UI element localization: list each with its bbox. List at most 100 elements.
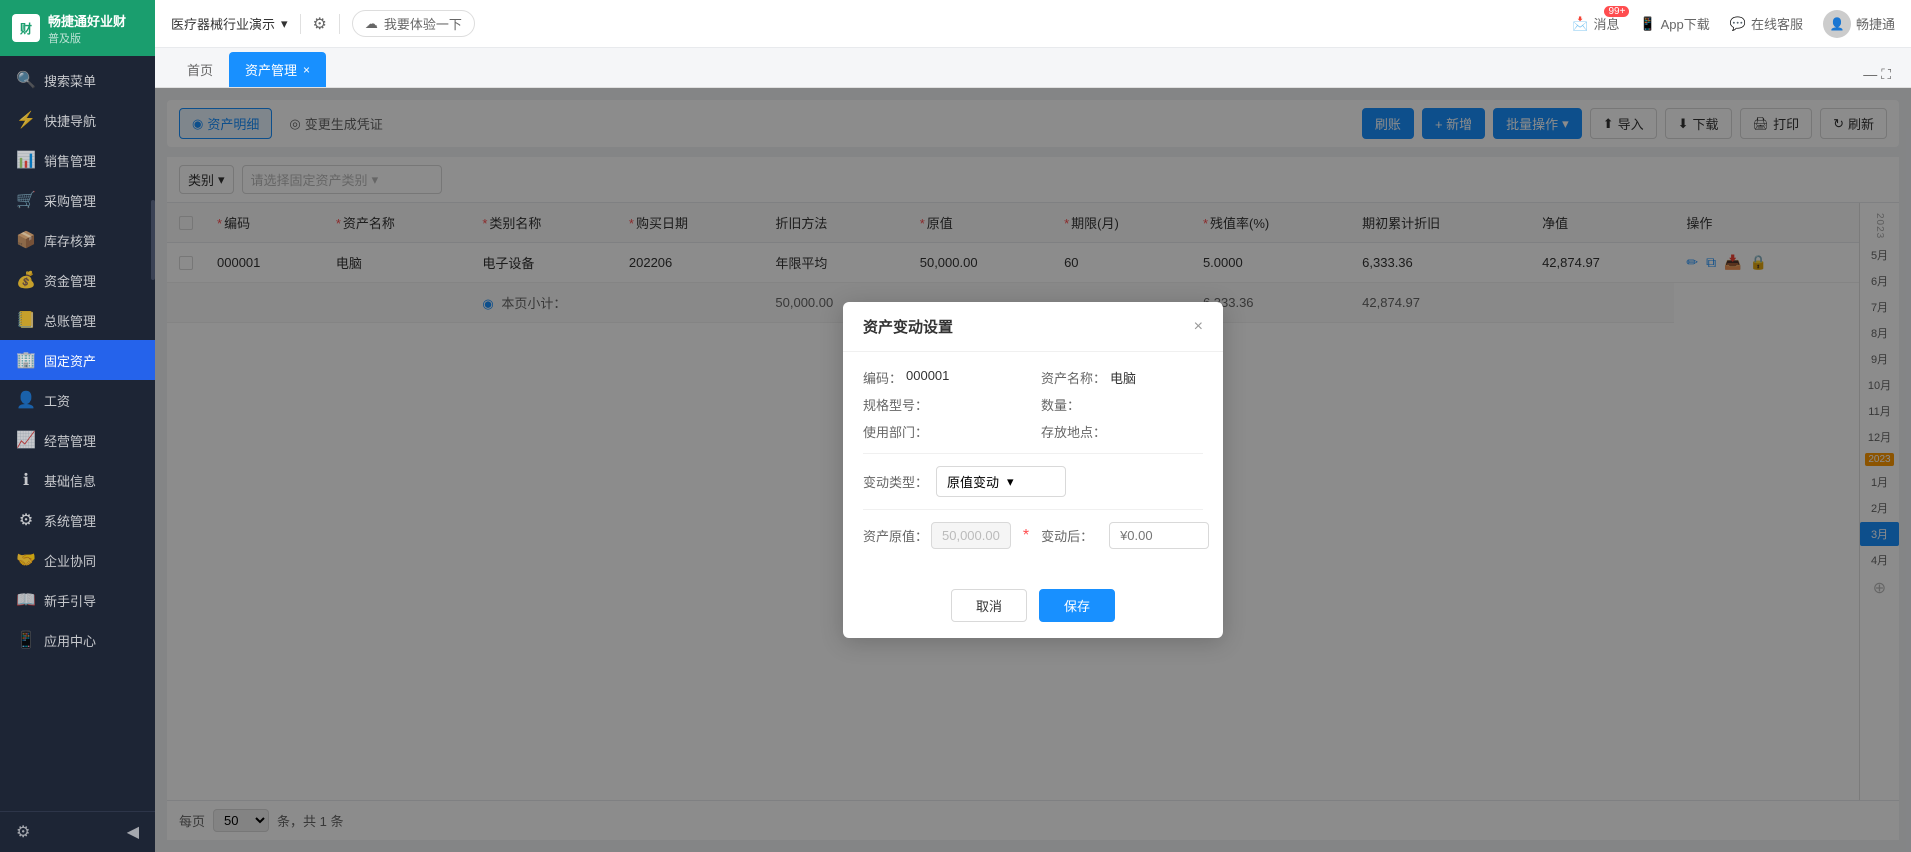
tab-close-icon[interactable]: × bbox=[303, 63, 310, 77]
message-badge: 99+ bbox=[1604, 6, 1629, 17]
modal-quantity-item: 数量： bbox=[1041, 395, 1203, 414]
modal-change-type-chevron-icon: ▾ bbox=[1007, 474, 1014, 490]
modal-header: 资产变动设置 × bbox=[843, 302, 1223, 352]
quick-nav-icon: ⚡ bbox=[16, 110, 36, 130]
modal-code-item: 编码： 000001 bbox=[863, 368, 1025, 387]
sidebar-item-label: 总账管理 bbox=[44, 311, 96, 330]
modal-original-value-label: 资产原值： bbox=[863, 526, 923, 545]
modal-title: 资产变动设置 bbox=[863, 316, 953, 337]
sidebar-item-purchase[interactable]: 🛒 采购管理 bbox=[0, 180, 155, 220]
sidebar-logo: 财 畅捷通好业财 普及版 bbox=[0, 0, 155, 56]
message-icon: 📩 bbox=[1572, 16, 1588, 32]
tab-asset-management[interactable]: 资产管理 × bbox=[229, 52, 326, 87]
sidebar-item-label: 基础信息 bbox=[44, 471, 96, 490]
modal-location-label: 存放地点： bbox=[1041, 422, 1106, 441]
sidebar-item-app-center[interactable]: 📱 应用中心 bbox=[0, 620, 155, 660]
sidebar-item-ledger[interactable]: 📒 总账管理 bbox=[0, 300, 155, 340]
sidebar-item-fixed-assets[interactable]: 🏢 固定资产 bbox=[0, 340, 155, 380]
sidebar-item-label: 新手引导 bbox=[44, 591, 96, 610]
sidebar: 财 畅捷通好业财 普及版 🔍 搜索菜单 ⚡ 快捷导航 📊 销售管理 🛒 采购管理… bbox=[0, 0, 155, 852]
collapse-sidebar-icon[interactable]: ◀ bbox=[127, 822, 139, 842]
company-selector[interactable]: 医疗器械行业演示 ▾ bbox=[171, 14, 288, 33]
sidebar-item-enterprise[interactable]: 🤝 企业协同 bbox=[0, 540, 155, 580]
sidebar-item-guide[interactable]: 📖 新手引导 bbox=[0, 580, 155, 620]
modal-close-button[interactable]: × bbox=[1194, 318, 1203, 336]
user-profile-button[interactable]: 👤 畅捷通 bbox=[1823, 10, 1895, 38]
modal-spec-label: 规格型号： bbox=[863, 395, 928, 414]
tabbar: 首页 资产管理 × — ⛶ bbox=[155, 48, 1911, 88]
tab-home[interactable]: 首页 bbox=[171, 52, 229, 87]
modal-name-item: 资产名称： 电脑 bbox=[1041, 368, 1203, 387]
sidebar-item-label: 资金管理 bbox=[44, 271, 96, 290]
sidebar-item-finance[interactable]: 💰 资金管理 bbox=[0, 260, 155, 300]
main-content: 医疗器械行业演示 ▾ ⚙ ☁ 我要体验一下 📩 消息 99+ 📱 App下载 💬… bbox=[155, 0, 1911, 852]
app-center-icon: 📱 bbox=[16, 630, 36, 650]
finance-icon: 💰 bbox=[16, 270, 36, 290]
sidebar-item-system[interactable]: ⚙ 系统管理 bbox=[0, 500, 155, 540]
sidebar-item-label: 固定资产 bbox=[44, 351, 96, 370]
topbar-divider-2 bbox=[339, 14, 340, 34]
online-service-button[interactable]: 💬 在线客服 bbox=[1730, 14, 1803, 33]
sidebar-item-sales[interactable]: 📊 销售管理 bbox=[0, 140, 155, 180]
message-button[interactable]: 📩 消息 99+ bbox=[1572, 14, 1619, 33]
sidebar-item-basic-info[interactable]: ℹ 基础信息 bbox=[0, 460, 155, 500]
modal-dept-item: 使用部门： bbox=[863, 422, 1025, 441]
modal-value-row: 资产原值： 50,000.00 * 变动后： bbox=[863, 522, 1203, 549]
modal-change-type-label: 变动类型： bbox=[863, 472, 928, 491]
topbar: 医疗器械行业演示 ▾ ⚙ ☁ 我要体验一下 📩 消息 99+ 📱 App下载 💬… bbox=[155, 0, 1911, 48]
app-logo-text: 畅捷通好业财 普及版 bbox=[48, 11, 126, 46]
modal-change-type-value: 原值变动 bbox=[947, 472, 999, 491]
modal-spec-item: 规格型号： bbox=[863, 395, 1025, 414]
sidebar-item-label: 系统管理 bbox=[44, 511, 96, 530]
topbar-right: 📩 消息 99+ 📱 App下载 💬 在线客服 👤 畅捷通 bbox=[1572, 10, 1895, 38]
modal-body: 编码： 000001 资产名称： 电脑 规格型号： bbox=[843, 352, 1223, 577]
sidebar-item-inventory[interactable]: 📦 库存核算 bbox=[0, 220, 155, 260]
window-minimize-icon[interactable]: — bbox=[1863, 66, 1877, 83]
sidebar-item-search[interactable]: 🔍 搜索菜单 bbox=[0, 60, 155, 100]
settings-bottom-icon[interactable]: ⚙ bbox=[16, 822, 30, 842]
sidebar-nav: 🔍 搜索菜单 ⚡ 快捷导航 📊 销售管理 🛒 采购管理 📦 库存核算 💰 资金管… bbox=[0, 56, 155, 811]
window-maximize-icon[interactable]: ⛶ bbox=[1881, 66, 1891, 83]
experience-button[interactable]: ☁ 我要体验一下 bbox=[352, 10, 475, 37]
modal-code-label: 编码： bbox=[863, 368, 902, 387]
page-content: ◉ 资产明细 ◎ 变更生成凭证 刷账 + 新增 批量操作 bbox=[155, 88, 1911, 852]
modal-quantity-label: 数量： bbox=[1041, 395, 1080, 414]
modal-after-label: 变动后： bbox=[1041, 526, 1101, 545]
modal-required-mark: * bbox=[1023, 527, 1029, 545]
salary-icon: 👤 bbox=[16, 390, 36, 410]
sidebar-item-salary[interactable]: 👤 工资 bbox=[0, 380, 155, 420]
fixed-assets-icon: 🏢 bbox=[16, 350, 36, 370]
basic-info-icon: ℹ bbox=[16, 470, 36, 490]
sidebar-item-label: 工资 bbox=[44, 391, 70, 410]
topbar-divider-1 bbox=[300, 14, 301, 34]
app-download-icon: 📱 bbox=[1639, 16, 1655, 32]
modal-cancel-button[interactable]: 取消 bbox=[951, 589, 1027, 622]
modal-after-input[interactable] bbox=[1109, 522, 1209, 549]
app-download-button[interactable]: 📱 App下载 bbox=[1639, 14, 1709, 33]
system-icon: ⚙ bbox=[16, 510, 36, 530]
purchase-icon: 🛒 bbox=[16, 190, 36, 210]
online-service-label: 在线客服 bbox=[1751, 14, 1803, 33]
inventory-icon: 📦 bbox=[16, 230, 36, 250]
modal-change-type-select[interactable]: 原值变动 ▾ bbox=[936, 466, 1066, 497]
sidebar-item-operations[interactable]: 📈 经营管理 bbox=[0, 420, 155, 460]
sales-icon: 📊 bbox=[16, 150, 36, 170]
user-avatar: 👤 bbox=[1823, 10, 1851, 38]
modal-overlay[interactable]: 资产变动设置 × 编码： 000001 资产名称： 电脑 bbox=[155, 88, 1911, 852]
sidebar-item-quick-nav[interactable]: ⚡ 快捷导航 bbox=[0, 100, 155, 140]
settings-gear-icon[interactable]: ⚙ bbox=[313, 14, 327, 34]
tab-home-label: 首页 bbox=[187, 60, 213, 79]
company-name: 医疗器械行业演示 bbox=[171, 14, 275, 33]
search-icon: 🔍 bbox=[16, 70, 36, 90]
user-name: 畅捷通 bbox=[1856, 14, 1895, 33]
company-dropdown-icon: ▾ bbox=[281, 16, 288, 32]
operations-icon: 📈 bbox=[16, 430, 36, 450]
sidebar-bottom: ⚙ ◀ bbox=[0, 811, 155, 852]
modal-code-value: 000001 bbox=[906, 368, 949, 387]
modal-save-button[interactable]: 保存 bbox=[1039, 589, 1115, 622]
content-area: ◉ 资产明细 ◎ 变更生成凭证 刷账 + 新增 批量操作 bbox=[155, 88, 1911, 852]
service-icon: 💬 bbox=[1730, 16, 1746, 32]
app-logo-icon: 财 bbox=[12, 14, 40, 42]
sidebar-item-label: 应用中心 bbox=[44, 631, 96, 650]
sidebar-item-label: 搜索菜单 bbox=[44, 71, 96, 90]
